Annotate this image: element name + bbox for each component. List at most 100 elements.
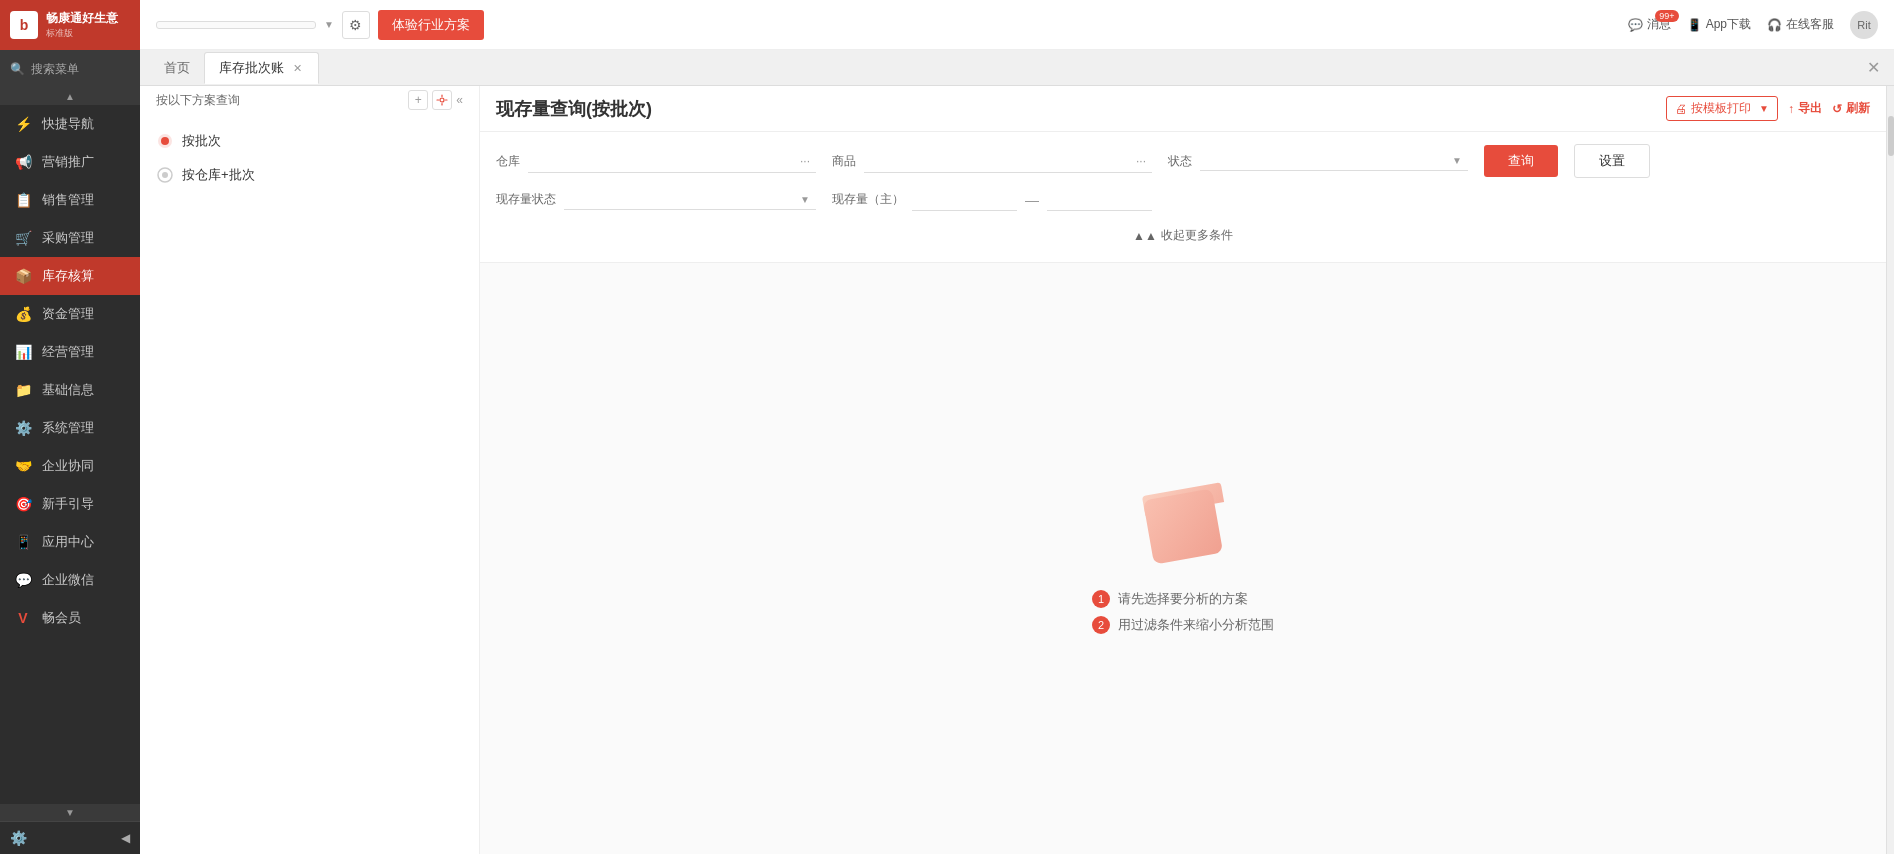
stock-status-select[interactable]: ▼ bbox=[564, 190, 816, 210]
print-button[interactable]: 🖨 按模板打印 ▼ bbox=[1666, 96, 1778, 121]
collapse-panel-button[interactable]: « bbox=[456, 93, 463, 107]
scheme-active-icon bbox=[156, 132, 174, 150]
content-area: 按以下方案查询 + « bbox=[140, 86, 1894, 854]
stock-qty-from-input[interactable] bbox=[912, 188, 1017, 211]
tab-home[interactable]: 首页 bbox=[150, 53, 204, 83]
sidebar-item-label: 营销推广 bbox=[42, 153, 94, 171]
search-icon: 🔍 bbox=[10, 62, 25, 76]
export-button[interactable]: ↑ 导出 bbox=[1788, 100, 1822, 117]
tip-item-1: 1 请先选择要分析的方案 bbox=[1092, 590, 1274, 608]
scheme-by-warehouse-batch[interactable]: 按仓库+批次 bbox=[140, 158, 479, 192]
warehouse-label: 仓库 bbox=[496, 153, 520, 170]
right-scrollbar[interactable] bbox=[1886, 86, 1894, 854]
status-field: 状态 ▼ bbox=[1168, 151, 1468, 171]
topbar-gear-button[interactable]: ⚙ bbox=[342, 11, 370, 39]
tab-home-label: 首页 bbox=[164, 59, 190, 77]
tip-num-2: 2 bbox=[1092, 616, 1110, 634]
stock-qty-label: 现存量（主） bbox=[832, 191, 904, 208]
stock-qty-to-input[interactable] bbox=[1047, 188, 1152, 211]
filter-row-1: 仓库 ··· 商品 ··· 状态 bbox=[496, 144, 1870, 178]
scheme-inactive-icon bbox=[156, 166, 174, 184]
menu-search[interactable]: 🔍 搜索菜单 bbox=[0, 50, 140, 88]
sidebar-item-marketing[interactable]: 📢 营销推广 bbox=[0, 143, 140, 181]
sidebar-item-wechat[interactable]: 💬 企业微信 bbox=[0, 561, 140, 599]
sidebar-item-members[interactable]: V 畅会员 bbox=[0, 599, 140, 637]
tab-inventory-batch[interactable]: 库存批次账 ✕ bbox=[204, 52, 319, 84]
scheme-settings-button[interactable] bbox=[432, 90, 452, 110]
sidebar-item-purchase[interactable]: 🛒 采购管理 bbox=[0, 219, 140, 257]
sidebar-collapse-icon[interactable]: ◀ bbox=[121, 831, 130, 845]
sidebar-item-newbie[interactable]: 🎯 新手引导 bbox=[0, 485, 140, 523]
sidebar-item-quick-nav[interactable]: ⚡ 快捷导航 bbox=[0, 105, 140, 143]
tab-bar-close-button[interactable]: ✕ bbox=[1863, 54, 1884, 81]
query-header-actions: 🖨 按模板打印 ▼ ↑ 导出 ↺ 刷新 bbox=[1666, 96, 1870, 121]
goods-field: 商品 ··· bbox=[832, 150, 1152, 173]
sidebar: b 畅康通好生意 标准版 🔍 搜索菜单 ▲ ⚡ 快捷导航 📢 营销推广 📋 销售… bbox=[0, 0, 140, 854]
sidebar-item-label: 新手引导 bbox=[42, 495, 94, 513]
status-label: 状态 bbox=[1168, 153, 1192, 170]
topbar-search-box[interactable] bbox=[156, 21, 316, 29]
status-select[interactable]: ▼ bbox=[1200, 151, 1468, 171]
sales-icon: 📋 bbox=[14, 191, 32, 209]
purchase-icon: 🛒 bbox=[14, 229, 32, 247]
finance-icon: 💰 bbox=[14, 305, 32, 323]
svg-point-4 bbox=[162, 172, 168, 178]
scheme-by-batch[interactable]: 按批次 bbox=[140, 124, 479, 158]
settings-button[interactable]: 设置 bbox=[1574, 144, 1650, 178]
add-scheme-button[interactable]: + bbox=[408, 90, 428, 110]
sidebar-item-enterprise[interactable]: 🤝 企业协同 bbox=[0, 447, 140, 485]
sidebar-item-label: 企业协同 bbox=[42, 457, 94, 475]
sidebar-scroll-up[interactable]: ▲ bbox=[0, 88, 140, 105]
refresh-icon: ↺ bbox=[1832, 102, 1842, 116]
sidebar-item-sales[interactable]: 📋 销售管理 bbox=[0, 181, 140, 219]
search-label: 搜索菜单 bbox=[31, 61, 79, 78]
warehouse-input[interactable]: ··· bbox=[528, 150, 816, 173]
refresh-button[interactable]: ↺ 刷新 bbox=[1832, 100, 1870, 117]
sidebar-item-basics[interactable]: 📁 基础信息 bbox=[0, 371, 140, 409]
user-menu[interactable]: Rit bbox=[1850, 11, 1878, 39]
print-dropdown-icon[interactable]: ▼ bbox=[1759, 103, 1769, 114]
sidebar-item-label: 应用中心 bbox=[42, 533, 94, 551]
tab-close-icon[interactable]: ✕ bbox=[290, 61, 304, 75]
warehouse-dots-icon[interactable]: ··· bbox=[800, 154, 810, 168]
stock-status-label: 现存量状态 bbox=[496, 191, 556, 208]
filter-scheme-actions: + « bbox=[408, 90, 463, 110]
filter-conditions: 仓库 ··· 商品 ··· 状态 bbox=[480, 132, 1886, 263]
messages-button[interactable]: 💬 消息 99+ bbox=[1628, 16, 1671, 33]
sidebar-item-label: 系统管理 bbox=[42, 419, 94, 437]
sidebar-item-operations[interactable]: 📊 经营管理 bbox=[0, 333, 140, 371]
wechat-icon: 💬 bbox=[14, 571, 32, 589]
filter-row-2: 现存量状态 ▼ 现存量（主） — bbox=[496, 188, 1870, 211]
dash-separator: — bbox=[1025, 192, 1039, 208]
sidebar-item-inventory[interactable]: 📦 库存核算 bbox=[0, 257, 140, 295]
sidebar-nav: ⚡ 快捷导航 📢 营销推广 📋 销售管理 🛒 采购管理 📦 库存核算 💰 资金管… bbox=[0, 105, 140, 804]
online-service-button[interactable]: 🎧 在线客服 bbox=[1767, 16, 1834, 33]
goods-input[interactable]: ··· bbox=[864, 150, 1152, 173]
members-icon: V bbox=[14, 609, 32, 627]
user-avatar: Rit bbox=[1850, 11, 1878, 39]
sidebar-item-finance[interactable]: 💰 资金管理 bbox=[0, 295, 140, 333]
sidebar-scroll-down[interactable]: ▼ bbox=[0, 804, 140, 821]
svg-point-2 bbox=[161, 137, 169, 145]
sidebar-item-label: 资金管理 bbox=[42, 305, 94, 323]
goods-dots-icon[interactable]: ··· bbox=[1136, 154, 1146, 168]
stock-qty-field: 现存量（主） — bbox=[832, 188, 1152, 211]
sidebar-item-system[interactable]: ⚙️ 系统管理 bbox=[0, 409, 140, 447]
filter-panel: 按以下方案查询 + « bbox=[140, 86, 480, 854]
box-shape bbox=[1143, 488, 1223, 564]
sidebar-item-label: 基础信息 bbox=[42, 381, 94, 399]
tip-num-1: 1 bbox=[1092, 590, 1110, 608]
trial-button[interactable]: 体验行业方案 bbox=[378, 10, 484, 40]
tip-item-2: 2 用过滤条件来缩小分析范围 bbox=[1092, 616, 1274, 634]
filter-schemes-title: 按以下方案查询 + « bbox=[140, 86, 479, 114]
search-dropdown-icon[interactable]: ▼ bbox=[324, 19, 334, 30]
settings-icon[interactable]: ⚙️ bbox=[10, 830, 27, 846]
sidebar-item-apps[interactable]: 📱 应用中心 bbox=[0, 523, 140, 561]
sidebar-header: b 畅康通好生意 标准版 bbox=[0, 0, 140, 50]
app-download-button[interactable]: 📱 App下载 bbox=[1687, 16, 1751, 33]
svg-point-0 bbox=[440, 98, 444, 102]
app-logo: b bbox=[10, 11, 38, 39]
scheme-by-warehouse-batch-label: 按仓库+批次 bbox=[182, 166, 255, 184]
query-button[interactable]: 查询 bbox=[1484, 145, 1558, 177]
collapse-more-button[interactable]: ▲▲ 收起更多条件 bbox=[496, 221, 1870, 250]
